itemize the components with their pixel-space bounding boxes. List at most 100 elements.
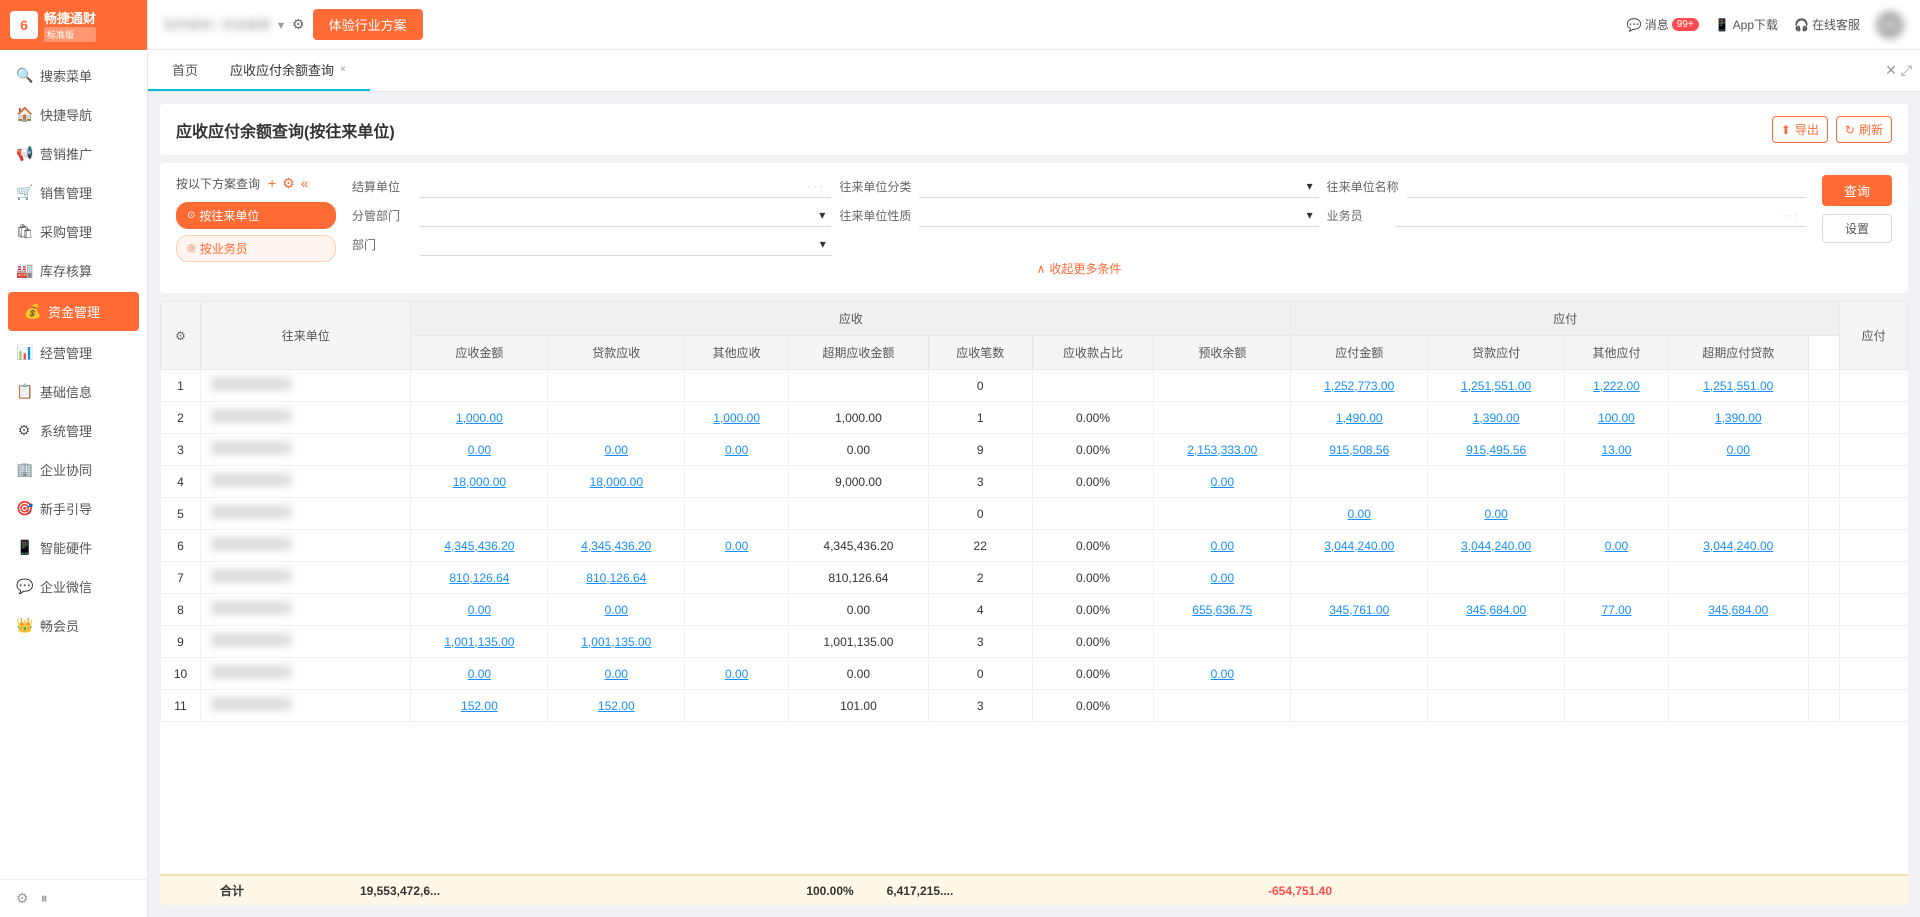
cell-link[interactable]: 3,044,240.00	[1703, 539, 1773, 553]
cell-link[interactable]: 345,684.00	[1708, 603, 1768, 617]
cell-link[interactable]: 4,345,436.20	[444, 539, 514, 553]
cell-link[interactable]: 1,251,551.00	[1703, 379, 1773, 393]
cell-link[interactable]: 0.00	[468, 667, 491, 681]
cell-link[interactable]: 152.00	[461, 699, 498, 713]
cell-link[interactable]: 1,000.00	[456, 411, 503, 425]
table-scroll[interactable]: ⚙ 往来单位 应收 应付 应付 应收金额 贷款应收 其他应收	[160, 301, 1908, 874]
sidebar-item-inventory[interactable]: 🏭 库存核算	[0, 251, 147, 290]
cell-link[interactable]: 0.00	[468, 443, 491, 457]
cell-link[interactable]: 18,000.00	[453, 475, 506, 489]
refresh-button[interactable]: ↻ 刷新	[1836, 116, 1892, 143]
footer-collapse-icon[interactable]: ⏸	[41, 890, 48, 907]
sidebar-item-base-info[interactable]: 📋 基础信息	[0, 372, 147, 411]
cell-link[interactable]: 1,390.00	[1473, 411, 1520, 425]
sidebar-item-smart[interactable]: 📱 智能硬件	[0, 528, 147, 567]
filter-by-business[interactable]: ◎ 按业务员	[176, 235, 336, 262]
cell-link[interactable]: 1,252,773.00	[1324, 379, 1394, 393]
tab-receivable[interactable]: 应收应付余额查询 ×	[214, 50, 362, 91]
header-gear-icon[interactable]: ⚙	[292, 16, 305, 33]
cell-link[interactable]: 0.00	[725, 667, 748, 681]
collapse-button[interactable]: ∧ 收起更多条件	[352, 256, 1806, 281]
cell-link[interactable]: 1,390.00	[1715, 411, 1762, 425]
partner-name-input[interactable]	[1407, 175, 1806, 198]
cell-link[interactable]: 100.00	[1598, 411, 1635, 425]
cell-link[interactable]: 810,126.64	[449, 571, 509, 585]
cell-link[interactable]: 810,126.64	[586, 571, 646, 585]
add-scheme-icon[interactable]: +	[268, 175, 276, 192]
sidebar-item-enterprise[interactable]: 🏢 企业协同	[0, 450, 147, 489]
sidebar-item-wechat[interactable]: 💬 企业微信	[0, 567, 147, 606]
branch-dept-input[interactable]: ▾	[420, 204, 831, 227]
sidebar-item-finance[interactable]: 💰 资金管理	[8, 292, 139, 331]
footer-settings-icon[interactable]: ⚙	[16, 890, 29, 907]
cell-link[interactable]: 0.00	[1211, 475, 1234, 489]
cell-link[interactable]: 18,000.00	[590, 475, 643, 489]
sidebar-item-operations[interactable]: 📊 经营管理	[0, 333, 147, 372]
sidebar-item-sales[interactable]: 🛒 销售管理	[0, 173, 147, 212]
cell-link[interactable]: 0.00	[725, 539, 748, 553]
cell-link[interactable]: 1,251,551.00	[1461, 379, 1531, 393]
cell-link[interactable]: 915,508.56	[1329, 443, 1389, 457]
cell-link[interactable]: 1,490.00	[1336, 411, 1383, 425]
settings-scheme-icon[interactable]: ⚙	[282, 175, 295, 192]
cell-link[interactable]: 0.00	[1211, 539, 1234, 553]
collapse-scheme-icon[interactable]: «	[301, 175, 309, 192]
partner-nature-input[interactable]: ▾	[919, 204, 1318, 227]
business-person-input[interactable]: ···	[1395, 204, 1806, 227]
cell-link[interactable]: 1,001,135.00	[581, 635, 651, 649]
cell-link[interactable]: 0.00	[1211, 571, 1234, 585]
cell-link[interactable]: 0.00	[1211, 667, 1234, 681]
cell-link[interactable]: 152.00	[598, 699, 635, 713]
cell-link[interactable]: 4,345,436.20	[581, 539, 651, 553]
partner-category-input[interactable]: ▾	[919, 175, 1318, 198]
user-avatar[interactable]: Rit	[1876, 11, 1904, 39]
cell-link[interactable]: 0.00	[1727, 443, 1750, 457]
cell-link[interactable]: 655,636.75	[1192, 603, 1252, 617]
table-settings-icon[interactable]: ⚙	[175, 329, 186, 343]
app-download-action[interactable]: 📱 App下载	[1715, 16, 1778, 33]
cell-link[interactable]: 0.00	[605, 443, 628, 457]
settings-button[interactable]: 设置	[1822, 214, 1892, 243]
footer-overdue: -654,751.40	[1250, 884, 1350, 898]
cell-link[interactable]: 0.00	[725, 443, 748, 457]
cell-link[interactable]: 13.00	[1601, 443, 1631, 457]
sidebar-item-search[interactable]: 🔍 搜索菜单	[0, 56, 147, 95]
cell-link[interactable]: 345,761.00	[1329, 603, 1389, 617]
cell-link[interactable]: 3,044,240.00	[1461, 539, 1531, 553]
window-close-icon[interactable]: ✕	[1885, 62, 1897, 79]
cell-link[interactable]: 0.00	[1484, 507, 1507, 521]
online-service-action[interactable]: 🎧 在线客服	[1794, 16, 1860, 33]
cell-link[interactable]: 1,001,135.00	[444, 635, 514, 649]
sidebar-item-marketing[interactable]: 📢 营销推广	[0, 134, 147, 173]
table-footer: 合计 19,553,472,6... 100.00% 6,417,215....…	[160, 874, 1908, 905]
tab-close-icon[interactable]: ×	[340, 64, 346, 75]
cell-link[interactable]: 0.00	[605, 667, 628, 681]
cell-link[interactable]: 0.00	[1348, 507, 1371, 521]
sidebar-item-guide[interactable]: 🎯 新手引导	[0, 489, 147, 528]
cell-link[interactable]: 2,153,333.00	[1187, 443, 1257, 457]
cell-link[interactable]: 0.00	[1605, 539, 1628, 553]
settlement-unit-input[interactable]: ···	[420, 175, 831, 198]
breadcrumb-dropdown-icon[interactable]: ▾	[278, 18, 284, 32]
cell-link[interactable]: 1,222.00	[1593, 379, 1640, 393]
messages-action[interactable]: 💬 消息 99+	[1627, 16, 1699, 33]
app-download-icon: 📱	[1715, 18, 1730, 32]
dept-input[interactable]: ▾	[420, 233, 832, 256]
query-button[interactable]: 查询	[1822, 175, 1892, 206]
cell-link[interactable]: 915,495.56	[1466, 443, 1526, 457]
cell-link[interactable]: 3,044,240.00	[1324, 539, 1394, 553]
cell-link[interactable]: 77.00	[1601, 603, 1631, 617]
cell-link[interactable]: 0.00	[605, 603, 628, 617]
trial-button[interactable]: 体验行业方案	[313, 9, 423, 40]
sidebar-item-quick-nav[interactable]: 🏠 快捷导航	[0, 95, 147, 134]
cell-link[interactable]: 1,000.00	[713, 411, 760, 425]
cell-link[interactable]: 345,684.00	[1466, 603, 1526, 617]
window-expand-icon[interactable]: ⤢	[1901, 62, 1912, 79]
sidebar-item-member[interactable]: 👑 畅会员	[0, 606, 147, 645]
tab-home[interactable]: 首页	[156, 50, 214, 89]
export-button[interactable]: ⬆ 导出	[1772, 116, 1828, 143]
sidebar-item-purchase[interactable]: 🛍 采购管理	[0, 212, 147, 251]
sidebar-item-system[interactable]: ⚙ 系统管理	[0, 411, 147, 450]
cell-link[interactable]: 0.00	[468, 603, 491, 617]
filter-by-partner[interactable]: ⊙ 按往来单位	[176, 202, 336, 229]
